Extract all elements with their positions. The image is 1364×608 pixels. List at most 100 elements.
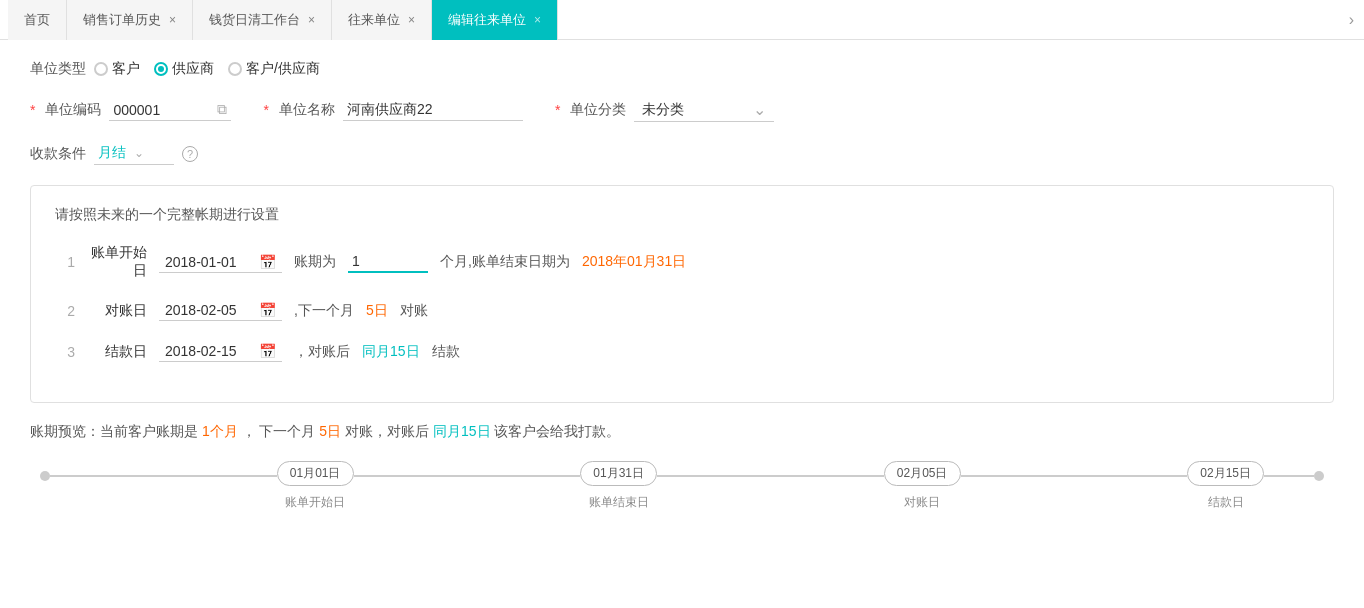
radio-both-label: 客户/供应商 xyxy=(246,60,320,78)
tab-edit-counterpart[interactable]: 编辑往来单位 × xyxy=(432,0,558,40)
tab-counterpart-label: 往来单位 xyxy=(348,11,400,29)
billing-label-2: 对账日 xyxy=(87,302,147,320)
unit-category-star: * xyxy=(555,102,560,118)
payment-terms-group: 收款条件 月结 ⌄ ? xyxy=(30,142,198,165)
tab-cash-daily[interactable]: 钱货日清工作台 × xyxy=(193,0,332,40)
payment-terms-help-icon[interactable]: ? xyxy=(182,146,198,162)
billing-period-unit: 个月,账单结束日期为 xyxy=(440,253,570,271)
main-content: 单位类型 客户 供应商 客户/供应商 * 单位编码 xyxy=(0,40,1364,608)
tab-edit-counterpart-close[interactable]: × xyxy=(534,13,541,27)
timeline-left-dot xyxy=(40,471,50,481)
unit-code-copy-icon[interactable]: ⧉ xyxy=(217,101,227,118)
timeline-line-3 xyxy=(657,475,884,477)
radio-both-circle xyxy=(228,62,242,76)
timeline-line-end xyxy=(1264,475,1314,477)
tab-home[interactable]: 首页 xyxy=(8,0,67,40)
payment-terms-select[interactable]: 月结 ⌄ xyxy=(94,142,174,165)
timeline-line-4 xyxy=(961,475,1188,477)
payment-terms-value: 月结 xyxy=(98,144,126,162)
billing-date-1-input[interactable] xyxy=(165,254,255,270)
radio-supplier[interactable]: 供应商 xyxy=(154,60,214,78)
preview-part3-teal: 同月15日 xyxy=(433,423,491,439)
tab-counterpart[interactable]: 往来单位 × xyxy=(332,0,432,40)
payment-terms-row: 收款条件 月结 ⌄ ? xyxy=(30,142,1334,165)
timeline-caption-1: 账单开始日 xyxy=(285,494,345,511)
billing-date-3-wrapper: 📅 xyxy=(159,341,282,362)
billing-label-1: 账单开始日 xyxy=(87,244,147,280)
billing-row3-suffix-teal: 同月15日 xyxy=(362,343,420,361)
payment-terms-chevron-icon: ⌄ xyxy=(134,146,144,160)
timeline-badge-2: 01月31日 xyxy=(580,461,657,486)
preview-label: 账期预览：当前客户账期是 xyxy=(30,423,198,439)
billing-period-input[interactable] xyxy=(348,251,428,273)
card-hint: 请按照未来的一个完整帐期进行设置 xyxy=(55,206,1309,224)
unit-category-label: 单位分类 xyxy=(570,101,626,119)
timeline-badge-3: 02月05日 xyxy=(884,461,961,486)
radio-both[interactable]: 客户/供应商 xyxy=(228,60,320,78)
unit-type-group: 单位类型 客户 供应商 客户/供应商 xyxy=(30,60,320,78)
billing-row2-suffix-after: 对账 xyxy=(400,302,428,320)
timeline-right-dot-wrapper xyxy=(1264,471,1324,481)
billing-period-label: 账期为 xyxy=(294,253,336,271)
unit-name-input[interactable] xyxy=(343,100,523,121)
unit-category-group: * 单位分类 未分类 ⌄ xyxy=(555,98,774,122)
tab-cash-daily-label: 钱货日清工作台 xyxy=(209,11,300,29)
radio-supplier-circle xyxy=(154,62,168,76)
billing-date-3-calendar-icon[interactable]: 📅 xyxy=(259,343,276,359)
timeline-point-1: 01月01日 账单开始日 xyxy=(277,461,354,511)
timeline-point-3: 02月05日 对账日 xyxy=(884,461,961,511)
billing-date-3-input[interactable] xyxy=(165,343,255,359)
timeline-segment-3 xyxy=(657,461,884,477)
billing-period-end: 2018年01月31日 xyxy=(582,253,686,271)
unit-category-value: 未分类 xyxy=(642,101,684,119)
preview-part2-after: 对账，对账后 xyxy=(345,423,429,439)
billing-row3-suffix-before: ，对账后 xyxy=(294,343,350,361)
billing-date-1-calendar-icon[interactable]: 📅 xyxy=(259,254,276,270)
preview-part2-before: 下一个月 xyxy=(259,423,315,439)
timeline-badge-4: 02月15日 xyxy=(1187,461,1264,486)
tab-home-label: 首页 xyxy=(24,11,50,29)
preview-part1: 1个月 xyxy=(202,423,238,439)
unit-code-group: * 单位编码 ⧉ xyxy=(30,99,231,121)
billing-num-3: 3 xyxy=(55,344,75,360)
timeline-end-dot xyxy=(1314,471,1324,481)
radio-supplier-label: 供应商 xyxy=(172,60,214,78)
unit-code-input[interactable] xyxy=(113,102,213,118)
unit-type-label: 单位类型 xyxy=(30,60,86,78)
radio-customer-label: 客户 xyxy=(112,60,140,78)
preview-sep1: ， xyxy=(242,423,256,439)
timeline-caption-4: 结款日 xyxy=(1208,494,1244,511)
timeline-caption-2: 账单结束日 xyxy=(589,494,649,511)
billing-num-1: 1 xyxy=(55,254,75,270)
tab-cash-daily-close[interactable]: × xyxy=(308,13,315,27)
billing-row-1: 1 账单开始日 📅 账期为 个月,账单结束日期为 2018年01月31日 xyxy=(55,244,1309,280)
unit-name-star: * xyxy=(263,102,268,118)
billing-num-2: 2 xyxy=(55,303,75,319)
billing-row-3: 3 结款日 📅 ，对账后 同月15日 结款 xyxy=(55,341,1309,362)
billing-row2-suffix-orange: 5日 xyxy=(366,302,388,320)
tabs-scroll-arrow[interactable]: › xyxy=(1339,11,1364,29)
billing-row-2: 2 对账日 📅 ,下一个月 5日 对账 xyxy=(55,300,1309,321)
timeline-line-2 xyxy=(354,475,581,477)
billing-settings-card: 请按照未来的一个完整帐期进行设置 1 账单开始日 📅 账期为 个月,账单结束日期… xyxy=(30,185,1334,403)
timeline-badge-1: 01月01日 xyxy=(277,461,354,486)
unit-info-row: * 单位编码 ⧉ * 单位名称 * 单位分类 未分类 ⌄ xyxy=(30,98,1334,122)
billing-date-2-wrapper: 📅 xyxy=(159,300,282,321)
tab-sales-history-label: 销售订单历史 xyxy=(83,11,161,29)
timeline-caption-3: 对账日 xyxy=(904,494,940,511)
unit-category-select[interactable]: 未分类 ⌄ xyxy=(634,98,774,122)
unit-name-group: * 单位名称 xyxy=(263,100,522,121)
preview-part2-orange: 5日 xyxy=(319,423,341,439)
billing-date-2-calendar-icon[interactable]: 📅 xyxy=(259,302,276,318)
timeline-point-4: 02月15日 结款日 xyxy=(1187,461,1264,511)
tab-edit-counterpart-label: 编辑往来单位 xyxy=(448,11,526,29)
unit-name-label: 单位名称 xyxy=(279,101,335,119)
tab-counterpart-close[interactable]: × xyxy=(408,13,415,27)
preview-part3-after: 该客户会给我打款。 xyxy=(494,423,620,439)
billing-label-3: 结款日 xyxy=(87,343,147,361)
radio-customer[interactable]: 客户 xyxy=(94,60,140,78)
tab-sales-history[interactable]: 销售订单历史 × xyxy=(67,0,193,40)
billing-date-2-input[interactable] xyxy=(165,302,255,318)
unit-code-star: * xyxy=(30,102,35,118)
tab-sales-history-close[interactable]: × xyxy=(169,13,176,27)
